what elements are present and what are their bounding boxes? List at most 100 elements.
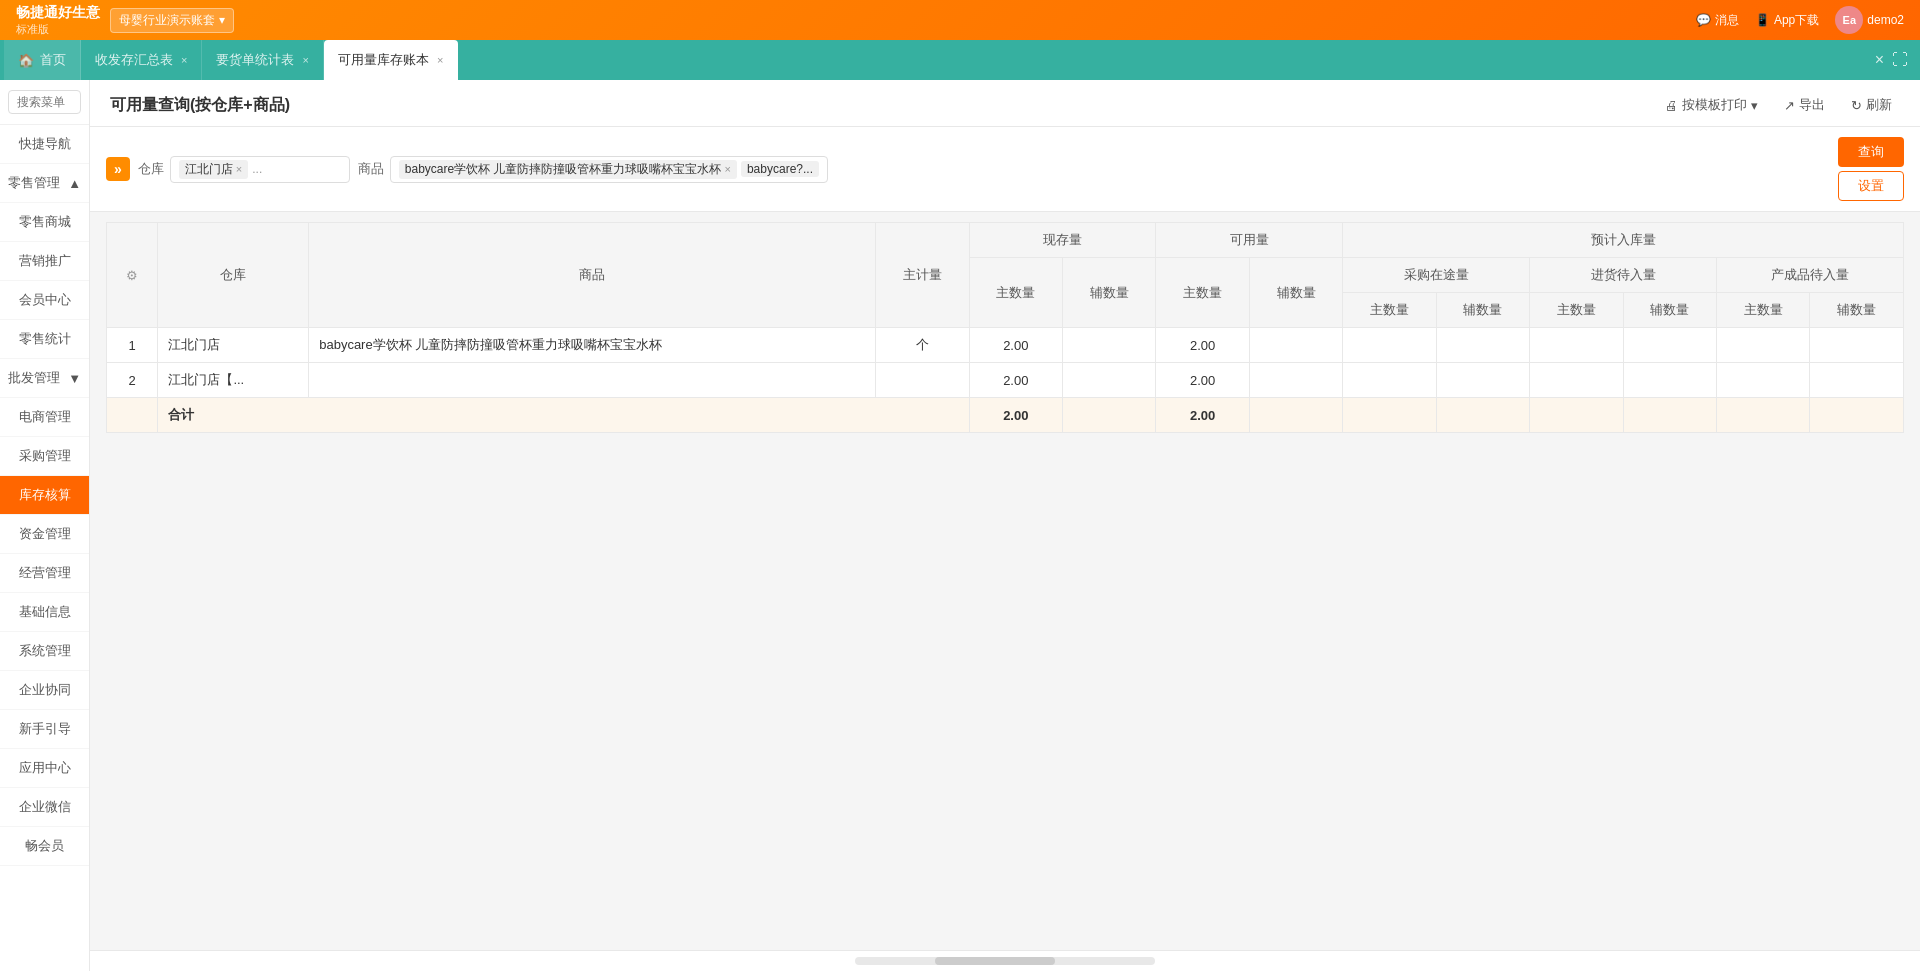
chevron-icon: ▲ (68, 176, 81, 191)
sidebar-item-enterprise-collab[interactable]: 企业协同 (0, 671, 89, 710)
total-purchase-transit-aux (1436, 398, 1529, 433)
row2-main-unit (876, 363, 969, 398)
th-purchase-transit: 采购在途量 (1343, 258, 1530, 293)
tab-home[interactable]: 🏠 首页 (4, 40, 81, 80)
sidebar-item-enterprise-wechat[interactable]: 企业微信 (0, 788, 89, 827)
warehouse-input[interactable]: 江北门店 × ... (170, 156, 350, 183)
close-available-stock-icon[interactable]: × (437, 54, 443, 66)
logo-sub: 标准版 (16, 22, 100, 37)
total-purchase-transit-main (1343, 398, 1436, 433)
sidebar-item-member-center[interactable]: 会员中心 (0, 281, 89, 320)
total-available-aux (1249, 398, 1342, 433)
row2-seq: 2 (107, 363, 158, 398)
refresh-btn[interactable]: ↻ 刷新 (1843, 92, 1900, 118)
download-icon: 📱 (1755, 13, 1770, 27)
tab-available-stock[interactable]: 可用量库存账本 × (324, 40, 458, 80)
filter-toggle-btn[interactable]: » (106, 157, 130, 181)
total-inbound-pending-main (1530, 398, 1623, 433)
sidebar-item-vip-member[interactable]: 畅会员 (0, 827, 89, 866)
th-current-aux-qty: 辅数量 (1063, 258, 1156, 328)
scrollbar-thumb[interactable] (935, 957, 1055, 965)
filter-bar: » 仓库 江北门店 × ... 商品 babycare学饮杯 儿童防摔防撞吸管杯… (90, 127, 1920, 212)
message-btn[interactable]: 💬 消息 (1696, 12, 1739, 29)
th-available-main-qty: 主数量 (1156, 258, 1249, 328)
row1-available-aux (1249, 328, 1342, 363)
warehouse-tag: 江北门店 × (179, 160, 248, 179)
th-available-aux-qty: 辅数量 (1249, 258, 1342, 328)
remove-product1-icon[interactable]: × (725, 163, 731, 175)
remove-warehouse-icon[interactable]: × (236, 163, 242, 175)
product-filter-group: 商品 babycare学饮杯 儿童防摔防撞吸管杯重力球吸嘴杯宝宝水杯 × bab… (358, 156, 828, 183)
nav-tabs: 🏠 首页 收发存汇总表 × 要货单统计表 × 可用量库存账本 × × ⛶ (0, 40, 1920, 80)
sidebar-item-stock-check[interactable]: 库存核算 (0, 476, 89, 515)
row1-purchase-transit-main (1343, 328, 1436, 363)
sidebar: 快捷导航 零售管理 ▲ 零售商城 营销推广 会员中心 零售统计 批发管理 ▼ 电… (0, 80, 90, 971)
gear-icon[interactable]: ⚙ (126, 268, 138, 283)
th-available: 可用量 (1156, 223, 1343, 258)
sidebar-item-retail-stats[interactable]: 零售统计 (0, 320, 89, 359)
sidebar-item-marketing[interactable]: 营销推广 (0, 242, 89, 281)
warehouse-ellipsis[interactable]: ... (252, 162, 262, 176)
th-product: 商品 (309, 223, 876, 328)
top-bar-right: 💬 消息 📱 App下载 Ea demo2 (1696, 6, 1904, 34)
th-gear[interactable]: ⚙ (107, 223, 158, 328)
sidebar-item-finance-mgmt[interactable]: 资金管理 (0, 515, 89, 554)
print-btn[interactable]: 🖨 按模板打印 ▾ (1657, 92, 1766, 118)
warehouse-tag-value: 江北门店 (185, 161, 233, 178)
username: demo2 (1867, 13, 1904, 27)
chevron-down-icon: ▾ (219, 13, 225, 27)
avatar: Ea (1835, 6, 1863, 34)
close-income-expense-icon[interactable]: × (181, 54, 187, 66)
search-input[interactable] (8, 90, 81, 114)
tab-income-expense-label: 收发存汇总表 (95, 51, 173, 69)
refresh-label: 刷新 (1866, 96, 1892, 114)
row2-warehouse: 江北门店【... (158, 363, 309, 398)
printer-icon: 🖨 (1665, 98, 1678, 113)
row1-product-pending-main (1716, 328, 1809, 363)
industry-label: 母婴行业演示账套 (119, 12, 215, 29)
tab-income-expense[interactable]: 收发存汇总表 × (81, 40, 202, 80)
product-tag-2: babycare?... (741, 161, 819, 177)
th-purchase-transit-main: 主数量 (1343, 293, 1436, 328)
user-menu[interactable]: Ea demo2 (1835, 6, 1904, 34)
sidebar-item-app-center[interactable]: 应用中心 (0, 749, 89, 788)
sidebar-item-quick-nav[interactable]: 快捷导航 (0, 125, 89, 164)
tab-home-label: 首页 (40, 51, 66, 69)
sidebar-item-retail-mgmt[interactable]: 零售管理 ▲ (0, 164, 89, 203)
export-btn[interactable]: ↗ 导出 (1776, 92, 1833, 118)
sidebar-item-retail-mall[interactable]: 零售商城 (0, 203, 89, 242)
sidebar-search (0, 80, 89, 125)
sidebar-item-basic-info[interactable]: 基础信息 (0, 593, 89, 632)
sidebar-item-ecommerce[interactable]: 电商管理 (0, 398, 89, 437)
page-actions: 🖨 按模板打印 ▾ ↗ 导出 ↻ 刷新 (1657, 92, 1900, 118)
sidebar-item-operations-mgmt[interactable]: 经营管理 (0, 554, 89, 593)
top-bar-left: 畅捷通好生意 标准版 母婴行业演示账套 ▾ (16, 4, 234, 37)
row2-purchase-transit-aux (1436, 363, 1529, 398)
settings-btn[interactable]: 设置 (1838, 171, 1904, 201)
total-label: 合计 (158, 398, 969, 433)
tab-purchase-stats[interactable]: 要货单统计表 × (202, 40, 323, 80)
app-download-btn[interactable]: 📱 App下载 (1755, 12, 1819, 29)
tab-available-stock-label: 可用量库存账本 (338, 51, 429, 69)
total-empty-1 (107, 398, 158, 433)
th-current-main-qty: 主数量 (969, 258, 1062, 328)
row2-purchase-transit-main (1343, 363, 1436, 398)
expand-btn[interactable]: ⛶ (1892, 51, 1908, 69)
query-btn[interactable]: 查询 (1838, 137, 1904, 167)
close-purchase-stats-icon[interactable]: × (302, 54, 308, 66)
scrollbar-track[interactable] (855, 957, 1155, 965)
th-inbound-pending: 进货待入量 (1530, 258, 1717, 293)
close-all-tabs-btn[interactable]: × (1875, 51, 1884, 69)
sidebar-item-wholesale-mgmt[interactable]: 批发管理 ▼ (0, 359, 89, 398)
product-input[interactable]: babycare学饮杯 儿童防摔防撞吸管杯重力球吸嘴杯宝宝水杯 × babyca… (390, 156, 828, 183)
sidebar-item-new-guide[interactable]: 新手引导 (0, 710, 89, 749)
sidebar-item-purchase-mgmt[interactable]: 采购管理 (0, 437, 89, 476)
data-table: ⚙ 仓库 商品 主计量 现存量 可用量 预计入库量 主数量 辅数量 主数量 辅数… (106, 222, 1904, 433)
industry-selector[interactable]: 母婴行业演示账套 ▾ (110, 8, 234, 33)
sidebar-item-system-mgmt[interactable]: 系统管理 (0, 632, 89, 671)
row2-inbound-pending-main (1530, 363, 1623, 398)
row2-available-aux (1249, 363, 1342, 398)
th-forecast-inbound: 预计入库量 (1343, 223, 1904, 258)
row1-product-pending-aux (1810, 328, 1904, 363)
product-tag-1: babycare学饮杯 儿童防摔防撞吸管杯重力球吸嘴杯宝宝水杯 × (399, 160, 737, 179)
